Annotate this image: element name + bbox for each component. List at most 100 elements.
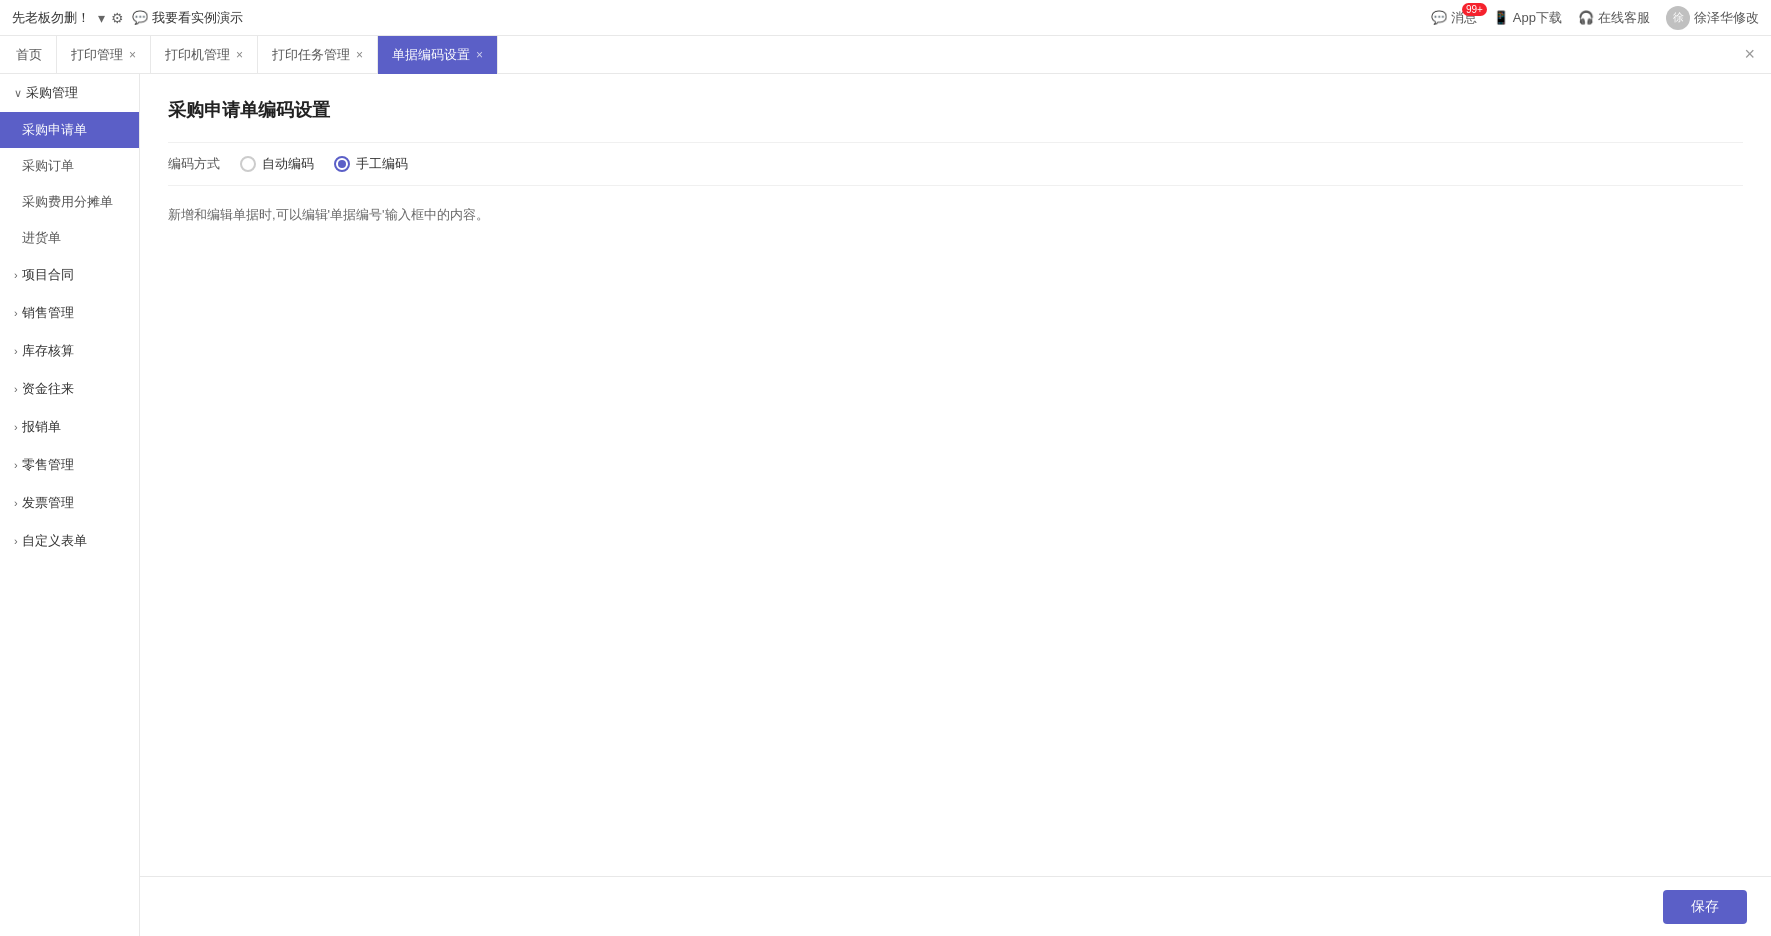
tab-printer-mgmt[interactable]: 打印机管理 ×	[151, 36, 258, 74]
sidebar-group-custom-form-label: 自定义表单	[22, 532, 87, 550]
radio-group: 自动编码 手工编码	[240, 155, 408, 173]
tab-printer-mgmt-label: 打印机管理	[165, 46, 230, 64]
encoding-label: 编码方式	[168, 155, 228, 173]
top-bar-left: 先老板勿删！ ▾ ⚙ 💬 我要看实例演示	[12, 9, 243, 27]
sidebar-item-purchase-order-label: 采购订单	[22, 158, 74, 173]
arrow-right-icon6: ›	[14, 459, 18, 471]
radio-manual-circle	[334, 156, 350, 172]
user-menu[interactable]: 徐 徐泽华修改	[1666, 6, 1759, 30]
sidebar-item-stock-in[interactable]: 进货单	[0, 220, 139, 256]
sidebar-group-finance-title[interactable]: › 资金往来	[0, 370, 139, 408]
sidebar-group-expense-label: 报销单	[22, 418, 61, 436]
sidebar: ∨ 采购管理 采购申请单 采购订单 采购费用分摊单 进货单 › 项目合同	[0, 74, 140, 936]
sidebar-group-expense-title[interactable]: › 报销单	[0, 408, 139, 446]
tab-home[interactable]: 首页	[8, 36, 57, 74]
sidebar-item-purchase-expense[interactable]: 采购费用分摊单	[0, 184, 139, 220]
radio-auto-label: 自动编码	[262, 155, 314, 173]
tab-encoding[interactable]: 单据编码设置 ×	[378, 36, 498, 74]
tab-bar: 首页 打印管理 × 打印机管理 × 打印任务管理 × 单据编码设置 × ×	[0, 36, 1771, 74]
tab-print-mgmt-close[interactable]: ×	[129, 48, 136, 62]
sidebar-group-retail: › 零售管理	[0, 446, 139, 484]
sidebar-group-custom-form: › 自定义表单	[0, 522, 139, 560]
sidebar-group-invoice-title[interactable]: › 发票管理	[0, 484, 139, 522]
sidebar-group-project-label: 项目合同	[22, 266, 74, 284]
tab-bar-close-all[interactable]: ×	[1736, 44, 1763, 65]
content-area: 采购申请单编码设置 编码方式 自动编码 手工编码	[140, 74, 1771, 876]
sidebar-group-inventory-title[interactable]: › 库存核算	[0, 332, 139, 370]
chevron-down-icon[interactable]: ▾	[98, 10, 105, 26]
layout: ∨ 采购管理 采购申请单 采购订单 采购费用分摊单 进货单 › 项目合同	[0, 74, 1771, 936]
tab-encoding-label: 单据编码设置	[392, 46, 470, 64]
top-bar: 先老板勿删！ ▾ ⚙ 💬 我要看实例演示 💬 消息 99+ 📱 App下载 🎧 …	[0, 0, 1771, 36]
radio-auto-circle	[240, 156, 256, 172]
sidebar-group-sales: › 销售管理	[0, 294, 139, 332]
avatar: 徐	[1666, 6, 1690, 30]
radio-manual-label: 手工编码	[356, 155, 408, 173]
sidebar-item-purchase-request[interactable]: 采购申请单	[0, 112, 139, 148]
app-download-button[interactable]: 📱 App下载	[1493, 9, 1562, 27]
tab-print-mgmt-label: 打印管理	[71, 46, 123, 64]
top-bar-right: 💬 消息 99+ 📱 App下载 🎧 在线客服 徐 徐泽华修改	[1431, 6, 1759, 30]
footer-bar: 保存	[140, 876, 1771, 936]
sidebar-item-purchase-expense-label: 采购费用分摊单	[22, 194, 113, 209]
sidebar-group-invoice: › 发票管理	[0, 484, 139, 522]
arrow-right-icon5: ›	[14, 421, 18, 433]
app-label: App下载	[1513, 9, 1562, 27]
phone-icon: 📱	[1493, 10, 1509, 25]
message-button[interactable]: 💬 消息 99+	[1431, 9, 1477, 27]
page-title: 采购申请单编码设置	[168, 98, 1743, 122]
settings-icon[interactable]: ⚙	[111, 10, 124, 26]
message-badge: 99+	[1462, 3, 1487, 16]
demo-icon: 💬	[132, 10, 148, 25]
sidebar-group-finance: › 资金往来	[0, 370, 139, 408]
sidebar-group-finance-label: 资金往来	[22, 380, 74, 398]
sidebar-group-invoice-label: 发票管理	[22, 494, 74, 512]
online-service-button[interactable]: 🎧 在线客服	[1578, 9, 1650, 27]
main-content: 采购申请单编码设置 编码方式 自动编码 手工编码	[140, 74, 1771, 936]
sidebar-group-inventory: › 库存核算	[0, 332, 139, 370]
sidebar-group-project-title[interactable]: › 项目合同	[0, 256, 139, 294]
sidebar-item-purchase-request-label: 采购申请单	[22, 122, 87, 137]
radio-manual-encoding[interactable]: 手工编码	[334, 155, 408, 173]
user-name: 徐泽华修改	[1694, 9, 1759, 27]
sidebar-group-purchase-title[interactable]: ∨ 采购管理	[0, 74, 139, 112]
tab-printer-mgmt-close[interactable]: ×	[236, 48, 243, 62]
demo-text: 我要看实例演示	[152, 9, 243, 27]
arrow-right-icon3: ›	[14, 345, 18, 357]
arrow-right-icon2: ›	[14, 307, 18, 319]
tab-encoding-close[interactable]: ×	[476, 48, 483, 62]
tab-home-label: 首页	[16, 46, 42, 64]
arrow-right-icon: ›	[14, 269, 18, 281]
service-label: 在线客服	[1598, 9, 1650, 27]
tab-print-task-label: 打印任务管理	[272, 46, 350, 64]
arrow-right-icon8: ›	[14, 535, 18, 547]
encoding-row: 编码方式 自动编码 手工编码	[168, 142, 1743, 186]
sidebar-group-sales-label: 销售管理	[22, 304, 74, 322]
hint-text: 新增和编辑单据时,可以编辑'单据编号'输入框中的内容。	[168, 206, 1743, 224]
arrow-right-icon4: ›	[14, 383, 18, 395]
sidebar-group-sales-title[interactable]: › 销售管理	[0, 294, 139, 332]
sidebar-group-expense: › 报销单	[0, 408, 139, 446]
tab-print-mgmt[interactable]: 打印管理 ×	[57, 36, 151, 74]
top-bar-icons: ▾ ⚙	[98, 10, 124, 26]
message-icon: 💬	[1431, 10, 1447, 25]
brand-label: 先老板勿删！	[12, 9, 90, 27]
sidebar-item-stock-in-label: 进货单	[22, 230, 61, 245]
demo-link[interactable]: 💬 我要看实例演示	[132, 9, 243, 27]
encoding-section: 编码方式 自动编码 手工编码 新增和编辑单据时,可以编辑'单据编号'输入框中的内…	[168, 142, 1743, 224]
arrow-down-icon: ∨	[14, 87, 22, 100]
tab-print-task-close[interactable]: ×	[356, 48, 363, 62]
headset-icon: 🎧	[1578, 10, 1594, 25]
save-button[interactable]: 保存	[1663, 890, 1747, 924]
sidebar-group-project: › 项目合同	[0, 256, 139, 294]
sidebar-group-purchase: ∨ 采购管理 采购申请单 采购订单 采购费用分摊单 进货单	[0, 74, 139, 256]
radio-auto-encoding[interactable]: 自动编码	[240, 155, 314, 173]
sidebar-group-retail-title[interactable]: › 零售管理	[0, 446, 139, 484]
sidebar-item-purchase-order[interactable]: 采购订单	[0, 148, 139, 184]
sidebar-group-inventory-label: 库存核算	[22, 342, 74, 360]
tab-print-task[interactable]: 打印任务管理 ×	[258, 36, 378, 74]
sidebar-group-custom-form-title[interactable]: › 自定义表单	[0, 522, 139, 560]
arrow-right-icon7: ›	[14, 497, 18, 509]
sidebar-group-purchase-label: 采购管理	[26, 84, 78, 102]
sidebar-group-retail-label: 零售管理	[22, 456, 74, 474]
